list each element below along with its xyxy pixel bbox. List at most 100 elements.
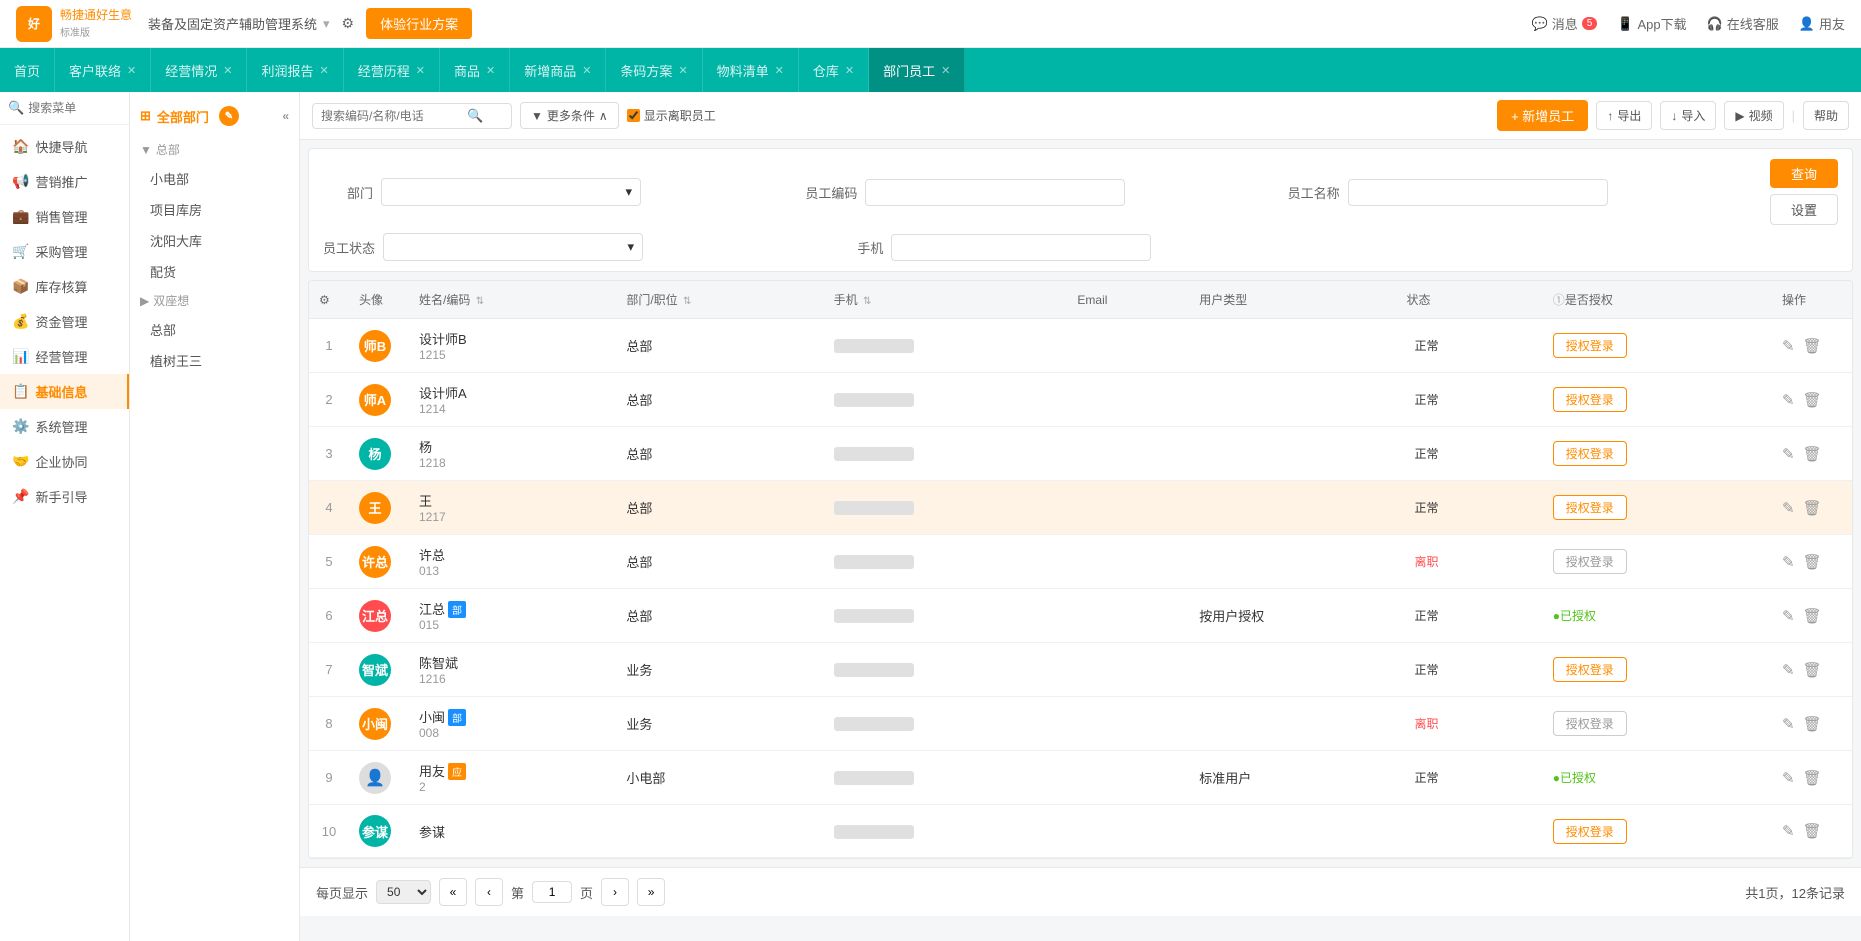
close-icon[interactable]: ✕	[320, 64, 329, 77]
dept-group-label-zongbu[interactable]: ▼ 总部	[130, 136, 299, 163]
tab-profit[interactable]: 利润报告✕	[247, 48, 343, 92]
auth-login-button[interactable]: 授权登录	[1553, 441, 1627, 466]
edit-icon[interactable]: ✎	[1782, 715, 1795, 733]
collapse-panel-btn[interactable]: «	[282, 109, 289, 123]
sidebar-item-guide[interactable]: 📌 新手引导	[0, 479, 129, 514]
delete-icon[interactable]: 🗑	[1803, 607, 1822, 625]
export-button[interactable]: ↑ 导出	[1596, 101, 1652, 130]
delete-icon[interactable]: 🗑	[1803, 337, 1822, 355]
close-icon[interactable]: ✕	[127, 64, 136, 77]
message-button[interactable]: 💬 消息 5	[1532, 14, 1598, 33]
dept-filter-select[interactable]: ▾	[381, 178, 641, 206]
tab-add-goods[interactable]: 新增商品✕	[510, 48, 606, 92]
auth-login-button-disabled[interactable]: 授权登录	[1553, 549, 1627, 574]
edit-icon[interactable]: ✎	[1782, 661, 1795, 679]
page-input[interactable]	[532, 881, 572, 903]
edit-icon[interactable]: ✎	[1782, 391, 1795, 409]
tab-barcode[interactable]: 条码方案✕	[606, 48, 702, 92]
tab-history[interactable]: 经营历程✕	[344, 48, 440, 92]
sidebar-item-inventory[interactable]: 📦 库存核算	[0, 269, 129, 304]
delete-icon[interactable]: 🗑	[1803, 661, 1822, 679]
delete-icon[interactable]: 🗑	[1803, 769, 1822, 787]
dept-item-zongbu2[interactable]: 总部	[130, 314, 299, 345]
sidebar-search-input[interactable]	[28, 101, 121, 115]
th-phone[interactable]: 手机 ⇅	[824, 281, 1068, 319]
delete-icon[interactable]: 🗑	[1803, 822, 1822, 840]
search-input[interactable]	[321, 109, 461, 123]
gear-icon[interactable]: ⚙	[342, 15, 355, 32]
sidebar-item-purchase[interactable]: 🛒 采购管理	[0, 234, 129, 269]
status-filter-select[interactable]: ▾	[383, 233, 643, 261]
delete-icon[interactable]: 🗑	[1803, 445, 1822, 463]
online-service-button[interactable]: 🎧 在线客服	[1707, 14, 1779, 33]
dept-item-project[interactable]: 项目库房	[130, 194, 299, 225]
edit-dept-icon[interactable]: ✎	[219, 106, 239, 126]
show-former-label[interactable]: 显示离职员工	[627, 107, 716, 124]
auth-login-button-disabled[interactable]: 授权登录	[1553, 711, 1627, 736]
prev-page-button[interactable]: ‹	[475, 878, 503, 906]
phone-filter-input[interactable]	[891, 234, 1151, 261]
auth-login-button[interactable]: 授权登录	[1553, 657, 1627, 682]
sidebar-item-shortcut[interactable]: 🏠 快捷导航	[0, 129, 129, 164]
table-gear-icon[interactable]: ⚙	[319, 293, 330, 307]
edit-icon[interactable]: ✎	[1782, 769, 1795, 787]
sidebar-item-management[interactable]: 📊 经营管理	[0, 339, 129, 374]
tab-goods[interactable]: 商品✕	[440, 48, 510, 92]
delete-icon[interactable]: 🗑	[1803, 553, 1822, 571]
sidebar-item-finance[interactable]: 💰 资金管理	[0, 304, 129, 339]
tab-employee[interactable]: 部门员工✕	[869, 48, 965, 92]
edit-icon[interactable]: ✎	[1782, 499, 1795, 517]
code-filter-input[interactable]	[865, 179, 1125, 206]
close-icon[interactable]: ✕	[775, 64, 784, 77]
sidebar-item-collab[interactable]: 🤝 企业协同	[0, 444, 129, 479]
sidebar-item-system[interactable]: ⚙️ 系统管理	[0, 409, 129, 444]
tab-warehouse[interactable]: 仓库✕	[799, 48, 869, 92]
search-icon[interactable]: 🔍	[467, 108, 483, 124]
view-button[interactable]: ▶ 视频	[1724, 101, 1783, 130]
sidebar-item-basic[interactable]: 📋 基础信息	[0, 374, 129, 409]
tab-bom[interactable]: 物料清单✕	[703, 48, 799, 92]
per-page-select[interactable]: 50 20 100	[376, 880, 431, 904]
auth-login-button[interactable]: 授权登录	[1553, 387, 1627, 412]
auth-login-button[interactable]: 授权登录	[1553, 495, 1627, 520]
app-download-button[interactable]: 📱 App下载	[1617, 14, 1686, 33]
user-area[interactable]: 👤 用友	[1799, 14, 1845, 33]
edit-icon[interactable]: ✎	[1782, 822, 1795, 840]
close-icon[interactable]: ✕	[486, 64, 495, 77]
add-employee-button[interactable]: + 新增员工	[1497, 100, 1588, 131]
show-former-checkbox[interactable]	[627, 109, 640, 122]
more-conditions-button[interactable]: ▼ 更多条件 ∧	[520, 102, 619, 129]
edit-icon[interactable]: ✎	[1782, 445, 1795, 463]
edit-icon[interactable]: ✎	[1782, 337, 1795, 355]
th-name[interactable]: 姓名/编码 ⇅	[409, 281, 616, 319]
dept-item-xiaodian[interactable]: 小电部	[130, 163, 299, 194]
dept-item-shuangzuo[interactable]: ▶ 双座想	[130, 287, 299, 314]
help-button[interactable]: 帮助	[1803, 101, 1849, 130]
close-icon[interactable]: ✕	[845, 64, 854, 77]
sidebar-item-marketing[interactable]: 📢 营销推广	[0, 164, 129, 199]
close-icon[interactable]: ✕	[582, 64, 591, 77]
delete-icon[interactable]: 🗑	[1803, 715, 1822, 733]
close-icon[interactable]: ✕	[416, 64, 425, 77]
delete-icon[interactable]: 🗑	[1803, 499, 1822, 517]
tab-operation[interactable]: 经营情况✕	[151, 48, 247, 92]
tab-customer[interactable]: 客户联络✕	[55, 48, 151, 92]
query-button[interactable]: 查询	[1770, 159, 1838, 188]
filter-setting-button[interactable]: 设置	[1770, 194, 1838, 225]
th-dept[interactable]: 部门/职位 ⇅	[616, 281, 823, 319]
next-page-button[interactable]: ›	[601, 878, 629, 906]
edit-icon[interactable]: ✎	[1782, 607, 1795, 625]
chevron-down-icon[interactable]: ▾	[323, 16, 330, 32]
first-page-button[interactable]: «	[439, 878, 467, 906]
trial-button[interactable]: 体验行业方案	[366, 8, 472, 39]
name-filter-input[interactable]	[1348, 179, 1608, 206]
auth-login-button[interactable]: 授权登录	[1553, 819, 1627, 844]
dept-item-peihuo[interactable]: 配货	[130, 256, 299, 287]
close-icon[interactable]: ✕	[223, 64, 232, 77]
auth-login-button[interactable]: 授权登录	[1553, 333, 1627, 358]
close-icon[interactable]: ✕	[941, 64, 950, 77]
import-button[interactable]: ↓ 导入	[1660, 101, 1716, 130]
delete-icon[interactable]: 🗑	[1803, 391, 1822, 409]
edit-icon[interactable]: ✎	[1782, 553, 1795, 571]
dept-item-shenyang[interactable]: 沈阳大库	[130, 225, 299, 256]
